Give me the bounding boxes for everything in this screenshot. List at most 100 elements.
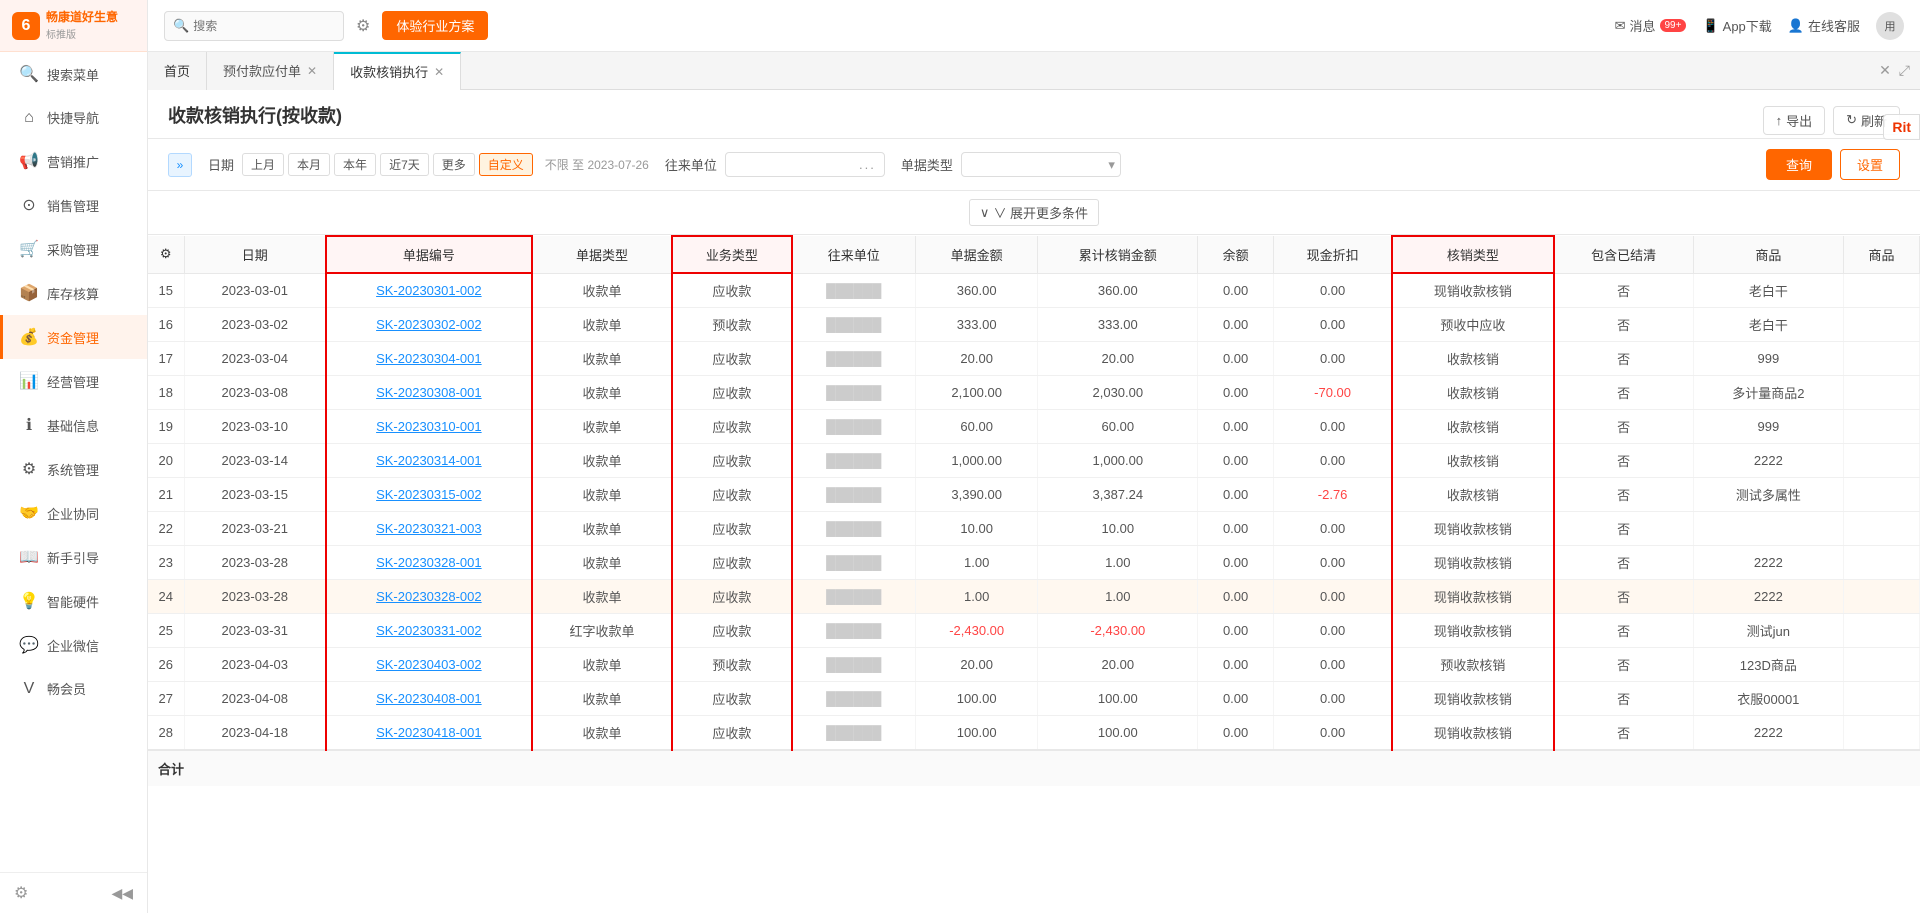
sidebar-item-basic[interactable]: ℹ基础信息 [0, 403, 147, 447]
doc-no-link[interactable]: SK-20230301-002 [376, 283, 482, 298]
doc-no-link[interactable]: SK-20230302-002 [376, 317, 482, 332]
sidebar-item-hardware[interactable]: 💡智能硬件 [0, 579, 147, 623]
sidebar-item-corp[interactable]: 🤝企业协同 [0, 491, 147, 535]
filter-custom-date[interactable]: 自定义 [479, 153, 533, 176]
row-amount: 1,000.00 [915, 444, 1038, 478]
filter-expand-btn[interactable]: » [168, 153, 192, 177]
topbar-right: ✉ 消息 99+ 📱 App下载 👤 在线客服 用 [1615, 12, 1904, 40]
sidebar-item-search[interactable]: 🔍搜索菜单 [0, 52, 147, 96]
app-item[interactable]: 📱 App下载 [1702, 16, 1771, 35]
col-settings[interactable]: ⚙ [148, 236, 184, 273]
row-party: ██████ [792, 716, 916, 751]
row-biztype: 应收款 [672, 444, 791, 478]
message-item[interactable]: ✉ 消息 99+ [1615, 16, 1687, 35]
filter-doctype-select[interactable]: 收款单 红字收款单 [961, 152, 1121, 177]
row-verifytype: 收款核销 [1392, 376, 1553, 410]
col-doctype: 单据类型 [532, 236, 672, 273]
query-btn[interactable]: 查询 [1766, 149, 1832, 180]
sidebar-item-vip[interactable]: V畅会员 [0, 667, 147, 710]
expand-icon[interactable]: ⤢ [1899, 62, 1910, 79]
row-product1: 2222 [1693, 580, 1843, 614]
tab-receipt-label: 收款核销执行 [350, 62, 428, 81]
sidebar-item-sales[interactable]: ⊙销售管理 [0, 183, 147, 227]
party-dots[interactable]: ... [859, 157, 876, 172]
doc-no-link[interactable]: SK-20230418-001 [376, 725, 482, 740]
filter-more-dates[interactable]: 更多 [433, 153, 475, 176]
row-party: ██████ [792, 444, 916, 478]
sidebar-item-quick[interactable]: ⌂快捷导航 [0, 96, 147, 139]
doc-no-link[interactable]: SK-20230408-001 [376, 691, 482, 706]
row-doctype: 收款单 [532, 273, 672, 308]
row-docno: SK-20230328-001 [326, 546, 532, 580]
search-input[interactable] [193, 19, 335, 33]
sidebar-item-purchase[interactable]: 🛒采购管理 [0, 227, 147, 271]
filter-7days[interactable]: 近7天 [380, 153, 429, 176]
filter-this-month[interactable]: 本月 [288, 153, 330, 176]
quick-icon: ⌂ [19, 109, 39, 127]
settings-icon[interactable]: ⚙ [14, 883, 28, 903]
row-accum: 20.00 [1038, 648, 1198, 682]
guide-icon: 📖 [19, 547, 39, 567]
row-product2 [1844, 273, 1920, 308]
sidebar-bottom: ⚙ ◀◀ [0, 872, 147, 913]
doc-no-link[interactable]: SK-20230328-001 [376, 555, 482, 570]
table-row: 28 2023-04-18 SK-20230418-001 收款单 应收款 ██… [148, 716, 1920, 751]
row-included: 否 [1554, 512, 1694, 546]
sidebar-item-system[interactable]: ⚙系统管理 [0, 447, 147, 491]
doc-no-link[interactable]: SK-20230314-001 [376, 453, 482, 468]
row-amount: 360.00 [915, 273, 1038, 308]
table-row: 21 2023-03-15 SK-20230315-002 收款单 应收款 ██… [148, 478, 1920, 512]
filter-this-year[interactable]: 本年 [334, 153, 376, 176]
tab-prepay[interactable]: 预付款应付单 ✕ [207, 52, 334, 90]
expand-more-btn[interactable]: ∨ ∨ 展开更多条件 [969, 199, 1099, 226]
collapse-icon[interactable]: ◀◀ [111, 885, 133, 902]
tab-receipt[interactable]: 收款核销执行 ✕ [334, 52, 461, 90]
row-product2 [1844, 342, 1920, 376]
col-docno: 单据编号 [326, 236, 532, 273]
row-verifytype: 现销收款核销 [1392, 716, 1553, 751]
row-verifytype: 现销收款核销 [1392, 546, 1553, 580]
footer-total: 合计 [148, 750, 1920, 786]
user-avatar[interactable]: 用 [1876, 12, 1904, 40]
row-no: 19 [148, 410, 184, 444]
doc-no-link[interactable]: SK-20230328-002 [376, 589, 482, 604]
row-docno: SK-20230403-002 [326, 648, 532, 682]
row-discount: 0.00 [1274, 614, 1393, 648]
sidebar-item-marketing[interactable]: 📢营销推广 [0, 139, 147, 183]
trial-btn[interactable]: 体验行业方案 [382, 11, 488, 40]
page-header: 收款核销执行(按收款) ↑ 导出 ↻ 刷新 [148, 90, 1920, 139]
export-btn[interactable]: ↑ 导出 [1763, 106, 1826, 135]
sidebar-item-finance[interactable]: 💰资金管理 [0, 315, 147, 359]
table-row: 20 2023-03-14 SK-20230314-001 收款单 应收款 ██… [148, 444, 1920, 478]
settings-btn[interactable]: 设置 [1840, 149, 1900, 180]
row-discount: 0.00 [1274, 716, 1393, 751]
tab-home[interactable]: 首页 [148, 52, 207, 90]
sidebar-item-inventory[interactable]: 📦库存核算 [0, 271, 147, 315]
row-balance: 0.00 [1198, 648, 1274, 682]
row-date: 2023-03-28 [184, 546, 326, 580]
doc-no-link[interactable]: SK-20230304-001 [376, 351, 482, 366]
tab-prepay-close[interactable]: ✕ [307, 64, 317, 78]
row-product2 [1844, 512, 1920, 546]
row-included: 否 [1554, 614, 1694, 648]
row-party: ██████ [792, 342, 916, 376]
row-accum: -2,430.00 [1038, 614, 1198, 648]
doc-no-link[interactable]: SK-20230308-001 [376, 385, 482, 400]
row-included: 否 [1554, 273, 1694, 308]
sidebar-item-guide[interactable]: 📖新手引导 [0, 535, 147, 579]
doc-no-link[interactable]: SK-20230321-003 [376, 521, 482, 536]
doc-no-link[interactable]: SK-20230331-002 [376, 623, 482, 638]
doc-no-link[interactable]: SK-20230315-002 [376, 487, 482, 502]
row-no: 16 [148, 308, 184, 342]
doc-no-link[interactable]: SK-20230310-001 [376, 419, 482, 434]
gear-icon[interactable]: ⚙ [356, 16, 370, 36]
sidebar-item-wechat[interactable]: 💬企业微信 [0, 623, 147, 667]
row-verifytype: 收款核销 [1392, 478, 1553, 512]
service-item[interactable]: 👤 在线客服 [1788, 16, 1860, 35]
tab-receipt-close[interactable]: ✕ [434, 65, 444, 79]
close-all-icon[interactable]: ✕ [1879, 62, 1891, 79]
sidebar-item-operations[interactable]: 📊经营管理 [0, 359, 147, 403]
filter-last-month[interactable]: 上月 [242, 153, 284, 176]
filter-date-label: 日期 [208, 155, 234, 174]
doc-no-link[interactable]: SK-20230403-002 [376, 657, 482, 672]
